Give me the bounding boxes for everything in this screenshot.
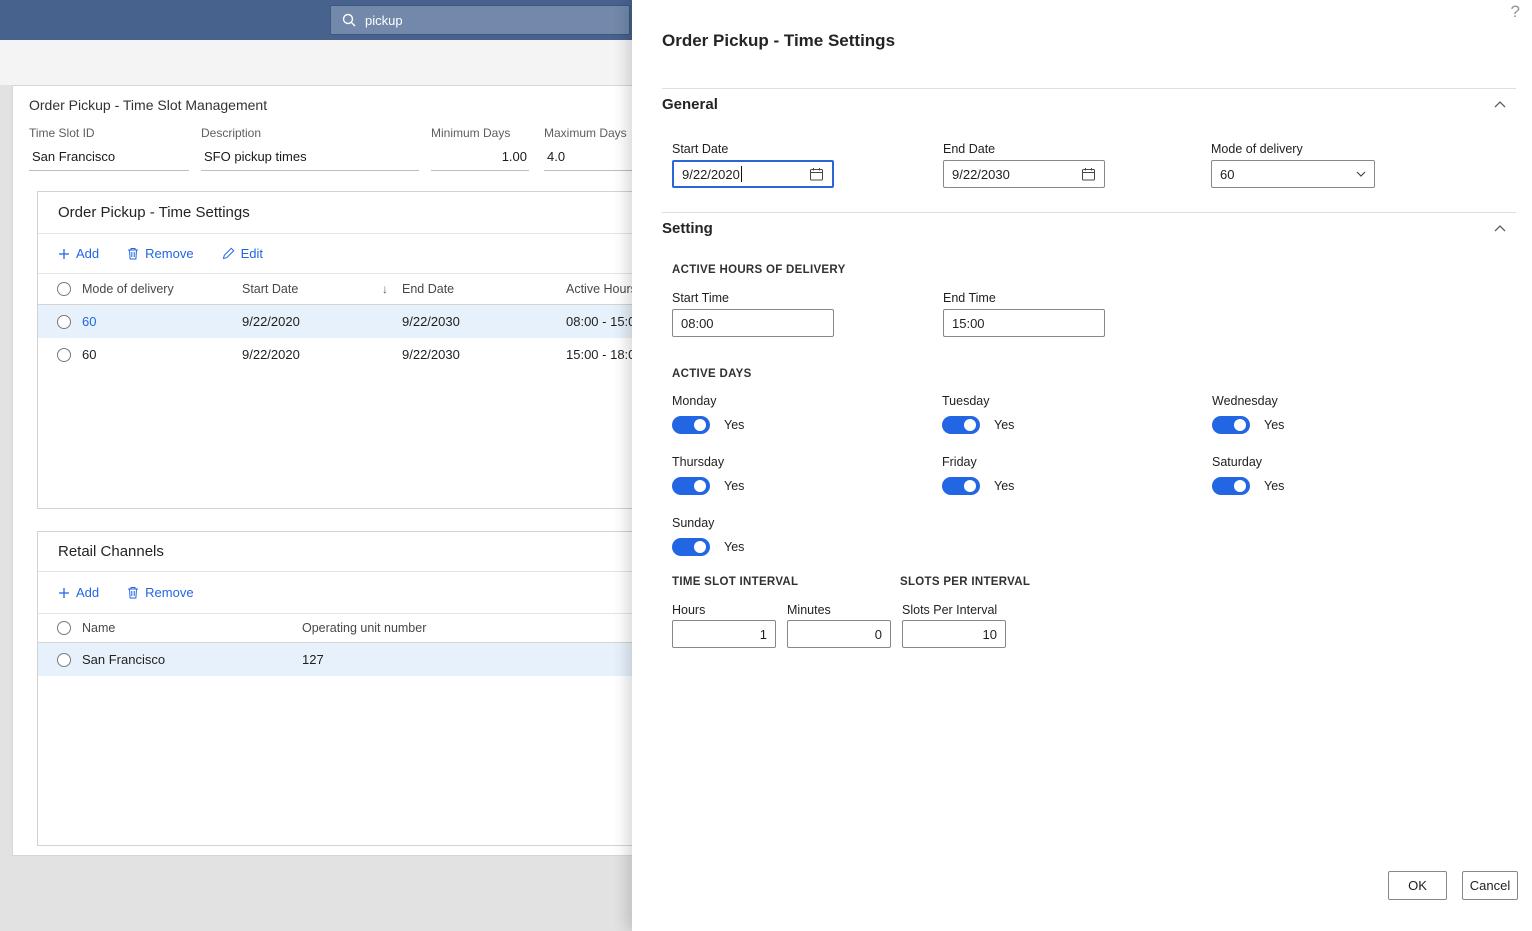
day-cell-wednesday: Wednesday Yes — [1212, 394, 1482, 455]
slots-per-interval-label: Slots Per Interval — [902, 603, 997, 617]
divider — [662, 88, 1516, 89]
mode-of-delivery-label: Mode of delivery — [1211, 142, 1303, 156]
day-cell-saturday: Saturday Yes — [1212, 455, 1482, 516]
setting-section-header[interactable]: Setting — [662, 220, 1506, 237]
minimum-days-field: Minimum Days 1.00 — [431, 126, 529, 171]
end-time-label: End Time — [943, 291, 996, 305]
chevron-down-icon[interactable] — [1356, 171, 1366, 177]
start-time-input[interactable]: 08:00 — [672, 309, 834, 337]
hours-input[interactable]: 1 — [672, 620, 776, 648]
plus-icon — [58, 587, 70, 599]
end-date-input[interactable]: 9/22/2030 — [943, 160, 1105, 188]
search-icon — [342, 13, 356, 27]
time-slot-id-label: Time Slot ID — [29, 126, 189, 140]
active-hours-heading: ACTIVE HOURS OF DELIVERY — [672, 264, 846, 276]
sort-descending-icon: ↓ — [382, 282, 388, 296]
time-slot-id-field: Time Slot ID San Francisco — [29, 126, 189, 171]
mode-of-delivery-select[interactable]: 60 — [1211, 160, 1375, 188]
day-cell-friday: Friday Yes — [942, 455, 1212, 516]
tuesday-toggle[interactable] — [942, 416, 980, 434]
row-select-radio[interactable] — [57, 348, 71, 362]
search-query-text: pickup — [365, 13, 403, 28]
select-all-radio[interactable] — [57, 282, 71, 296]
select-all-radio[interactable] — [57, 621, 71, 635]
row-select-radio[interactable] — [57, 315, 71, 329]
start-date-label: Start Date — [672, 142, 728, 156]
active-days-heading: ACTIVE DAYS — [672, 368, 752, 380]
ok-button[interactable]: OK — [1388, 871, 1447, 900]
friday-toggle[interactable] — [942, 477, 980, 495]
column-header-name[interactable]: Name — [80, 621, 302, 635]
description-label: Description — [201, 126, 419, 140]
help-icon[interactable]: ? — [1511, 2, 1520, 22]
start-time-label: Start Time — [672, 291, 729, 305]
calendar-icon[interactable] — [1081, 167, 1096, 181]
saturday-toggle[interactable] — [1212, 477, 1250, 495]
add-button[interactable]: Add — [58, 585, 99, 600]
day-cell-thursday: Thursday Yes — [672, 455, 942, 516]
general-section-header[interactable]: General — [662, 96, 1506, 113]
minutes-label: Minutes — [787, 603, 831, 617]
column-header-end-date[interactable]: End Date — [402, 282, 566, 296]
active-days-grid: Monday Yes Tuesday Yes Wednesday Yes Thu… — [672, 394, 1482, 577]
text-caret — [741, 166, 742, 182]
add-button[interactable]: Add — [58, 246, 99, 261]
row-select-radio[interactable] — [57, 653, 71, 667]
thursday-toggle[interactable] — [672, 477, 710, 495]
panel-title: Order Pickup - Time Settings — [662, 31, 895, 51]
pencil-icon — [222, 247, 235, 260]
trash-icon — [127, 586, 139, 599]
day-cell-tuesday: Tuesday Yes — [942, 394, 1212, 455]
time-slot-interval-heading: TIME SLOT INTERVAL — [672, 576, 798, 588]
slots-per-interval-heading: SLOTS PER INTERVAL — [900, 576, 1030, 588]
cancel-button[interactable]: Cancel — [1462, 871, 1518, 900]
day-cell-sunday: Sunday Yes — [672, 516, 942, 577]
wednesday-toggle[interactable] — [1212, 416, 1250, 434]
slots-per-interval-input[interactable]: 10 — [902, 620, 1006, 648]
remove-button[interactable]: Remove — [127, 246, 193, 261]
minimum-days-value[interactable]: 1.00 — [431, 146, 529, 171]
sunday-toggle[interactable] — [672, 538, 710, 556]
end-date-label: End Date — [943, 142, 995, 156]
plus-icon — [58, 248, 70, 260]
screen: pickup Order Pickup - Time Slot Manageme… — [0, 0, 1532, 931]
minutes-input[interactable]: 0 — [787, 620, 891, 648]
nav-search-box[interactable]: pickup — [330, 5, 630, 35]
column-header-mode-of-delivery[interactable]: Mode of delivery — [80, 282, 242, 296]
monday-toggle[interactable] — [672, 416, 710, 434]
time-slot-id-value[interactable]: San Francisco — [29, 146, 189, 171]
chevron-up-icon[interactable] — [1494, 101, 1506, 108]
edit-button[interactable]: Edit — [222, 246, 263, 261]
divider — [662, 212, 1516, 213]
hours-label: Hours — [672, 603, 705, 617]
day-cell-monday: Monday Yes — [672, 394, 942, 455]
description-value[interactable]: SFO pickup times — [201, 146, 419, 171]
column-header-start-date[interactable]: Start Date ↓ — [242, 282, 402, 296]
chevron-up-icon[interactable] — [1494, 225, 1506, 232]
start-date-input[interactable]: 9/22/2020 — [672, 160, 834, 188]
minimum-days-label: Minimum Days — [431, 126, 529, 140]
trash-icon — [127, 247, 139, 260]
end-time-input[interactable]: 15:00 — [943, 309, 1105, 337]
page-title: Order Pickup - Time Slot Management — [29, 97, 267, 113]
calendar-icon[interactable] — [809, 167, 824, 181]
remove-button[interactable]: Remove — [127, 585, 193, 600]
description-field: Description SFO pickup times — [201, 126, 419, 171]
time-settings-flyout: ? Order Pickup - Time Settings General S… — [632, 0, 1532, 931]
